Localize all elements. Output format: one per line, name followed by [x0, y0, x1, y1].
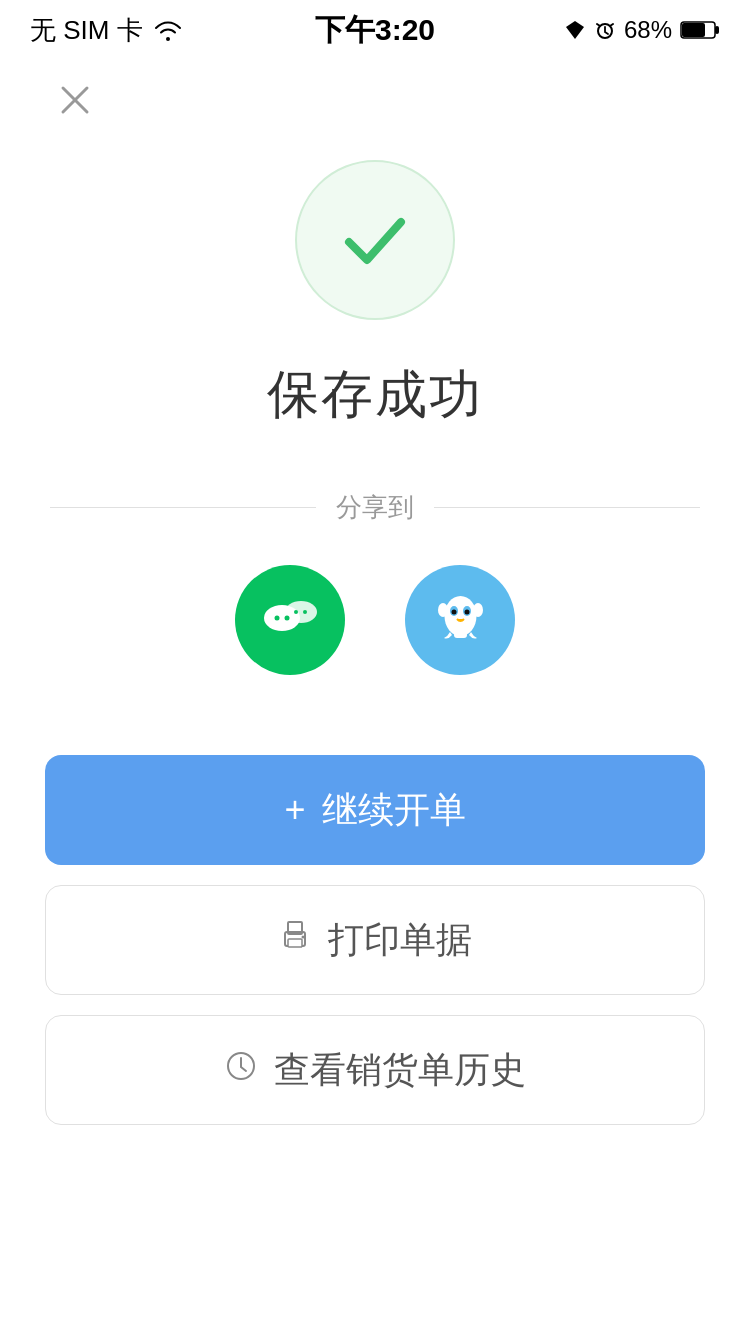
sim-text: 无 SIM 卡: [30, 13, 143, 48]
svg-point-23: [302, 936, 305, 939]
battery-percent: 68%: [624, 16, 672, 44]
alarm-icon: [594, 19, 616, 41]
plus-icon: +: [284, 789, 305, 831]
wechat-icon: [258, 588, 323, 653]
share-divider: 分享到: [50, 490, 700, 525]
history-button[interactable]: 查看销货单历史: [45, 1015, 705, 1125]
history-label: 查看销货单历史: [274, 1046, 526, 1095]
share-divider-text: 分享到: [336, 490, 414, 525]
svg-point-12: [444, 596, 476, 636]
svg-point-7: [285, 601, 317, 623]
qq-icon: [428, 588, 493, 653]
status-right: 68%: [564, 16, 720, 44]
svg-rect-2: [715, 26, 719, 34]
wifi-icon: [153, 19, 183, 41]
divider-line-right: [434, 507, 700, 508]
main-content: 保存成功 分享到: [0, 60, 750, 1125]
svg-point-10: [294, 610, 298, 614]
continue-order-button[interactable]: + 继续开单: [45, 755, 705, 865]
svg-rect-19: [454, 632, 467, 638]
status-bar: 无 SIM 卡 下午3:20 68%: [0, 0, 750, 60]
share-icons-container: [235, 565, 515, 675]
success-title: 保存成功: [267, 360, 483, 430]
success-circle: [295, 160, 455, 320]
svg-rect-3: [682, 23, 705, 37]
svg-point-8: [274, 615, 279, 620]
location-icon: [564, 19, 586, 41]
svg-rect-22: [288, 939, 302, 947]
status-time: 下午3:20: [315, 10, 435, 51]
svg-point-11: [303, 610, 307, 614]
svg-point-9: [284, 615, 289, 620]
clock-icon: [224, 1049, 258, 1091]
status-left: 无 SIM 卡: [30, 13, 183, 48]
print-label: 打印单据: [328, 916, 472, 965]
svg-point-17: [438, 603, 448, 617]
action-buttons: + 继续开单 打印单据 查看销货单历史: [45, 755, 705, 1125]
battery-icon: [680, 20, 720, 40]
wechat-share-button[interactable]: [235, 565, 345, 675]
print-button[interactable]: 打印单据: [45, 885, 705, 995]
printer-icon: [278, 919, 312, 961]
checkmark-icon: [335, 200, 415, 280]
svg-point-14: [451, 609, 456, 614]
divider-line-left: [50, 507, 316, 508]
qq-share-button[interactable]: [405, 565, 515, 675]
svg-point-16: [464, 609, 469, 614]
svg-point-18: [473, 603, 483, 617]
close-button[interactable]: [50, 75, 100, 125]
continue-order-label: 继续开单: [322, 786, 466, 835]
